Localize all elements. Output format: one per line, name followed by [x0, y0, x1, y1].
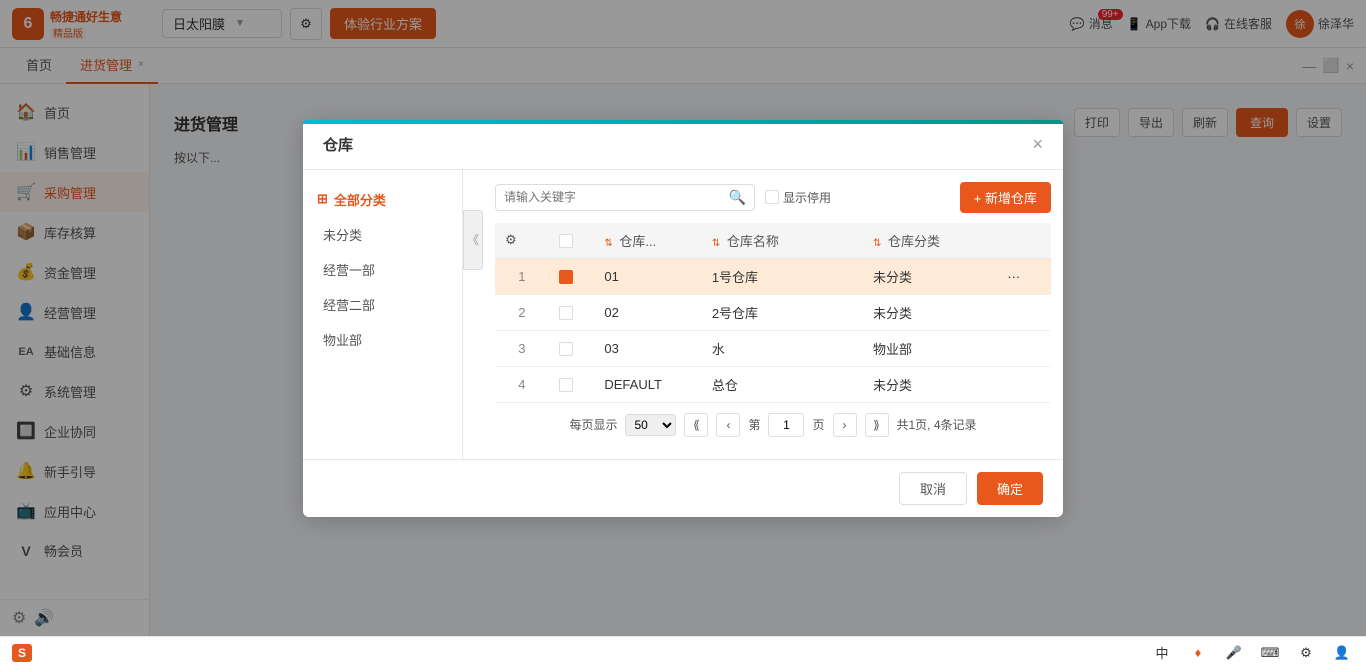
col-header-category: ⇅ 仓库分类: [863, 223, 997, 259]
row-num: 3: [495, 330, 549, 366]
dialog-header: 仓库 ×: [303, 120, 1063, 170]
per-page-select[interactable]: 50 10 20 100: [625, 414, 676, 436]
confirm-button[interactable]: 确定: [977, 472, 1043, 505]
status-dot-icon[interactable]: ♦: [1186, 641, 1210, 665]
table-row[interactable]: 1 01 1号仓库 未分类 ···: [495, 258, 1051, 294]
dialog-overlay[interactable]: 仓库 × ⊞ 全部分类 未分类 经营一部 经营二部 物业部: [150, 84, 1366, 636]
pagination: 每页显示 50 10 20 100 ⟪ ‹ 第 页: [495, 403, 1051, 447]
row-num: 1: [495, 258, 549, 294]
status-logo: S: [12, 644, 32, 662]
first-page-button[interactable]: ⟪: [684, 413, 708, 437]
table-body: 1 01 1号仓库 未分类 ··· 2 02 2号仓库 未分类 3 03 水 物…: [495, 258, 1051, 402]
status-mic-icon[interactable]: 🎤: [1222, 641, 1246, 665]
statusbar: S 中 ♦ 🎤 ⌨ ⚙ 👤: [0, 636, 1366, 668]
page-number-input[interactable]: [768, 413, 804, 437]
row-action: [997, 330, 1051, 366]
row-name: 总仓: [702, 366, 863, 402]
collapse-panel-button[interactable]: 《: [463, 210, 483, 270]
row-checkbox[interactable]: [559, 270, 573, 284]
table-panel: 🔍 显示停用 + 新增仓库: [483, 170, 1063, 459]
row-check[interactable]: [549, 258, 595, 294]
search-box: 🔍: [495, 184, 755, 211]
warehouse-table: ⚙ ⇅ 仓库...: [495, 223, 1051, 403]
table-row[interactable]: 2 02 2号仓库 未分类: [495, 294, 1051, 330]
row-num: 2: [495, 294, 549, 330]
settings-col-icon: ⚙: [505, 232, 517, 247]
category-item-uncategorized[interactable]: 未分类: [303, 217, 462, 252]
table-header-row: ⚙ ⇅ 仓库...: [495, 223, 1051, 259]
category-item-property[interactable]: 物业部: [303, 322, 462, 357]
search-input[interactable]: [504, 190, 729, 204]
status-keyboard-icon[interactable]: ⌨: [1258, 641, 1282, 665]
collapse-icon: 《: [467, 231, 479, 248]
row-checkbox[interactable]: [559, 342, 573, 356]
row-check[interactable]: [549, 330, 595, 366]
row-num: 4: [495, 366, 549, 402]
col-header-check: [549, 223, 595, 259]
row-category: 未分类: [863, 366, 997, 402]
category-all-header[interactable]: ⊞ 全部分类: [303, 182, 462, 217]
category-item-dept1[interactable]: 经营一部: [303, 252, 462, 287]
content-area: 进货管理 打印 导出 刷新 查询 设置 按以下... 仓库 ×: [150, 84, 1366, 636]
cancel-button[interactable]: 取消: [899, 472, 967, 505]
show-disabled-checkbox[interactable]: 显示停用: [765, 189, 831, 206]
row-name: 1号仓库: [702, 258, 863, 294]
row-category: 未分类: [863, 258, 997, 294]
sort-code-icon: ⇅: [604, 238, 612, 249]
last-page-button[interactable]: ⟫: [865, 413, 889, 437]
sort-cat-icon: ⇅: [873, 238, 881, 249]
row-checkbox[interactable]: [559, 306, 573, 320]
row-action: ···: [997, 258, 1051, 294]
row-code: 03: [594, 330, 701, 366]
grid-icon: ⊞: [317, 191, 328, 207]
row-code: DEFAULT: [594, 366, 701, 402]
dialog-close-button[interactable]: ×: [1032, 134, 1043, 155]
category-panel: ⊞ 全部分类 未分类 经营一部 经营二部 物业部: [303, 170, 463, 459]
col-header-name: ⇅ 仓库名称: [702, 223, 863, 259]
select-all-checkbox[interactable]: [559, 234, 573, 248]
row-checkbox[interactable]: [559, 378, 573, 392]
category-item-dept2[interactable]: 经营二部: [303, 287, 462, 322]
status-zh-icon[interactable]: 中: [1150, 641, 1174, 665]
add-warehouse-button[interactable]: + 新增仓库: [960, 182, 1051, 213]
search-icon[interactable]: 🔍: [729, 189, 746, 206]
row-check[interactable]: [549, 294, 595, 330]
col-header-code: ⇅ 仓库...: [594, 223, 701, 259]
dialog-body: ⊞ 全部分类 未分类 经营一部 经营二部 物业部 《: [303, 170, 1063, 459]
dialog-footer: 取消 确定: [303, 459, 1063, 517]
status-settings-icon[interactable]: ⚙: [1294, 641, 1318, 665]
row-category: 未分类: [863, 294, 997, 330]
row-action: [997, 294, 1051, 330]
row-check[interactable]: [549, 366, 595, 402]
row-name: 水: [702, 330, 863, 366]
warehouse-dialog: 仓库 × ⊞ 全部分类 未分类 经营一部 经营二部 物业部: [303, 120, 1063, 517]
row-name: 2号仓库: [702, 294, 863, 330]
prev-page-button[interactable]: ‹: [716, 413, 740, 437]
row-code: 02: [594, 294, 701, 330]
table-toolbar: 🔍 显示停用 + 新增仓库: [495, 182, 1051, 213]
show-disabled-check[interactable]: [765, 190, 779, 204]
dialog-teal-bar: [303, 120, 1063, 124]
row-code: 01: [594, 258, 701, 294]
table-container: ⚙ ⇅ 仓库...: [495, 223, 1051, 403]
table-row[interactable]: 3 03 水 物业部: [495, 330, 1051, 366]
col-header-action: [997, 223, 1051, 259]
table-row[interactable]: 4 DEFAULT 总仓 未分类: [495, 366, 1051, 402]
col-header-settings: ⚙: [495, 223, 549, 259]
next-page-button[interactable]: ›: [833, 413, 857, 437]
dialog-title: 仓库: [323, 134, 353, 155]
row-action: [997, 366, 1051, 402]
sort-name-icon: ⇅: [712, 238, 720, 249]
status-person-icon[interactable]: 👤: [1330, 641, 1354, 665]
main-layout: 🏠 首页 📊 销售管理 🛒 采购管理 📦 库存核算 💰 资金管理 👤 经营管理 …: [0, 84, 1366, 636]
row-category: 物业部: [863, 330, 997, 366]
